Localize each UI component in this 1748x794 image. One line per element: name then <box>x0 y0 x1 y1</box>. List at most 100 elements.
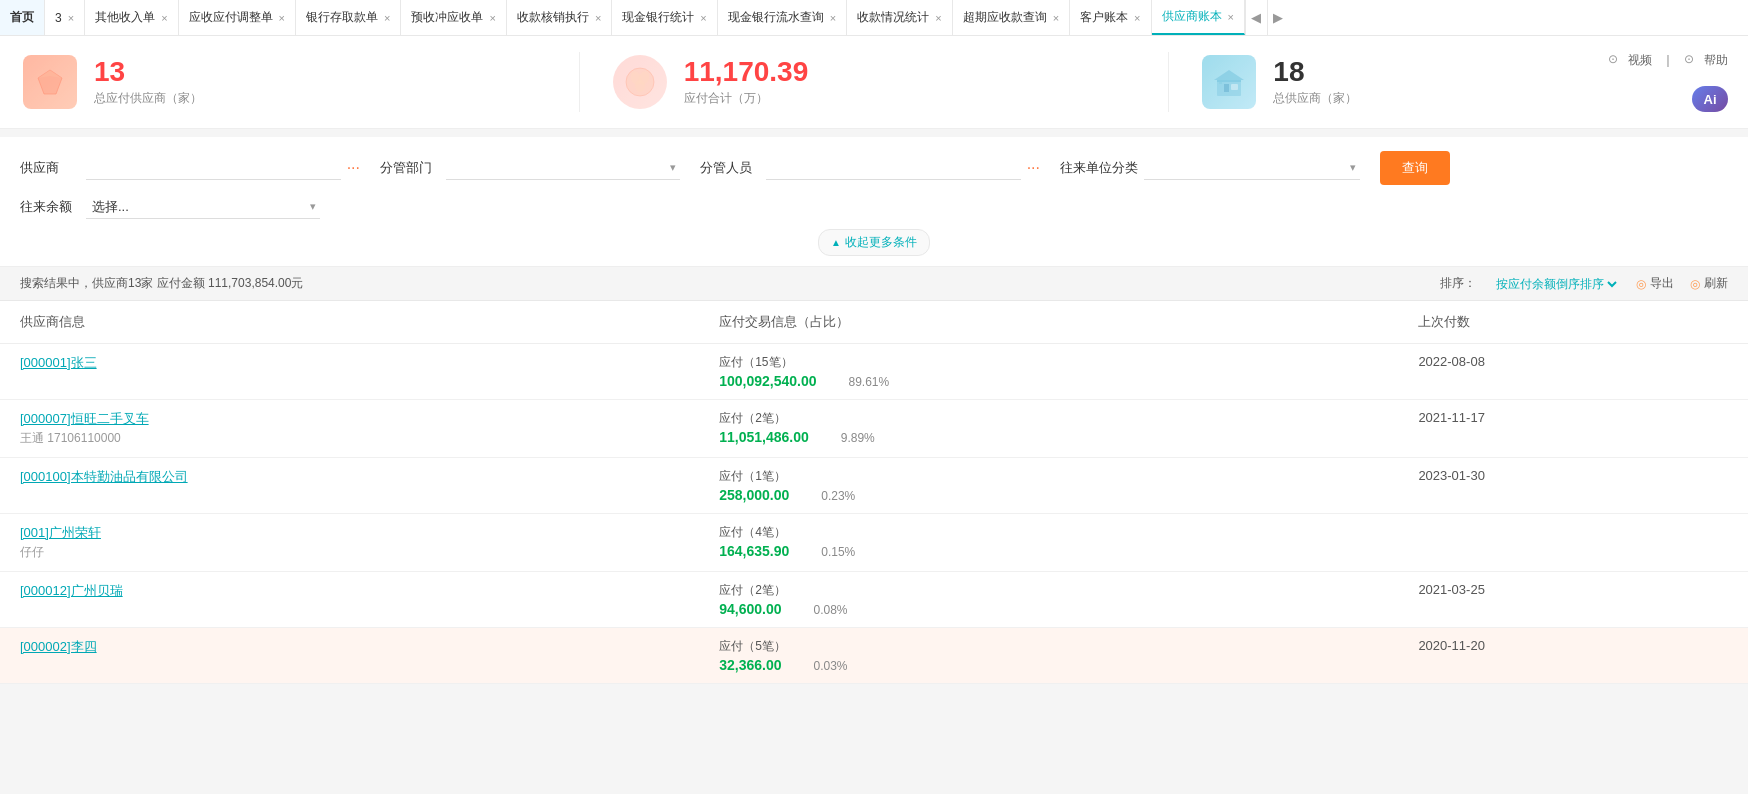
supplier-cell: [000001]张三 <box>0 344 699 400</box>
filter-item-dept: 分管部门 ▾ <box>380 156 680 180</box>
nav-arrow-left[interactable]: ◀ <box>1245 0 1267 36</box>
ai-button[interactable]: Ai <box>1692 86 1728 112</box>
nav-tab-advance-recv[interactable]: 预收冲应收单 × <box>401 0 506 35</box>
svg-marker-7 <box>1214 70 1244 80</box>
balance-select[interactable]: 选择... <box>86 195 320 218</box>
payable-percentage: 0.03% <box>813 659 847 673</box>
summary-card-1: 13 总应付供应商（家） <box>20 52 549 112</box>
result-actions: 排序： 按应付余额倒序排序 ◎ 导出 ◎ 刷新 <box>1440 275 1728 292</box>
filter-item-supplier: 供应商 ··· <box>20 156 360 180</box>
nav-tab-cash-bank-stat[interactable]: 现金银行统计 × <box>612 0 717 35</box>
payable-amount[interactable]: 11,051,486.00 <box>719 429 809 445</box>
nav-arrow-right[interactable]: ▶ <box>1267 0 1289 36</box>
nav-tab-ar-adjust[interactable]: 应收应付调整单 × <box>179 0 296 35</box>
collapse-up-icon: ▲ <box>831 237 841 248</box>
supplier-dots-icon[interactable]: ··· <box>347 159 360 177</box>
balance-select-wrap: 选择... ▾ <box>86 195 320 219</box>
close-icon[interactable]: × <box>1134 12 1140 24</box>
supplier-input[interactable] <box>86 156 341 180</box>
result-summary-text: 搜索结果中，供应商13家 应付金额 111,703,854.00元 <box>20 275 303 292</box>
nav-tab-receipt-stat[interactable]: 收款情况统计 × <box>847 0 952 35</box>
dept-select-wrap: ▾ <box>446 156 680 180</box>
supplier-link[interactable]: [000007]恒旺二手叉车 <box>20 411 149 426</box>
supplier-link[interactable]: [000100]本特勤油品有限公司 <box>20 469 188 484</box>
dept-select[interactable] <box>446 156 680 179</box>
close-icon[interactable]: × <box>1053 12 1059 24</box>
supplier-link[interactable]: [001]广州荣轩 <box>20 525 101 540</box>
table-row: [000001]张三应付（15笔）100,092,540.0089.61%202… <box>0 344 1748 400</box>
nav-tab-cash-bank-flow[interactable]: 现金银行流水查询 × <box>718 0 847 35</box>
nav-tab-3[interactable]: 3 × <box>45 0 85 35</box>
person-input[interactable] <box>766 156 1021 180</box>
close-icon[interactable]: × <box>384 12 390 24</box>
sort-select[interactable]: 按应付余额倒序排序 <box>1492 276 1620 292</box>
payable-label: 应付（4笔） <box>719 524 1378 541</box>
nav-cash-bank-stat-label: 现金银行统计 <box>622 9 694 26</box>
nav-tab-bank-deposit[interactable]: 银行存取款单 × <box>296 0 401 35</box>
last-payment-cell: 2021-03-25 <box>1398 572 1748 628</box>
filter-item-person: 分管人员 ··· <box>700 156 1040 180</box>
last-payment-cell: 2020-11-20 <box>1398 628 1748 684</box>
supplier-link[interactable]: [000012]广州贝瑞 <box>20 583 123 598</box>
summary-text-1: 13 总应付供应商（家） <box>94 58 202 107</box>
category-select[interactable] <box>1144 156 1360 179</box>
nav-supplier-ledger-label: 供应商账本 <box>1162 8 1222 25</box>
payable-amount[interactable]: 164,635.90 <box>719 543 789 559</box>
payable-cell: 应付（5笔）32,366.000.03% <box>699 628 1398 684</box>
supplier-cell: [000007]恒旺二手叉车王通 17106110000 <box>0 400 699 458</box>
payable-amount[interactable]: 100,092,540.00 <box>719 373 816 389</box>
export-label: 导出 <box>1650 275 1674 292</box>
payable-percentage: 0.08% <box>813 603 847 617</box>
table-row: [000007]恒旺二手叉车王通 17106110000应付（2笔）11,051… <box>0 400 1748 458</box>
help-video-link[interactable]: 视频 <box>1628 52 1652 69</box>
table-header-row: 供应商信息 应付交易信息（占比） 上次付数 <box>0 301 1748 344</box>
export-button[interactable]: ◎ 导出 <box>1636 275 1674 292</box>
filter-row-2: 往来余额 选择... ▾ <box>20 195 320 219</box>
close-icon[interactable]: × <box>1228 11 1234 23</box>
supplier-cell: [000100]本特勤油品有限公司 <box>0 458 699 514</box>
col-last-payment: 上次付数 <box>1398 301 1748 344</box>
result-bar: 搜索结果中，供应商13家 应付金额 111,703,854.00元 排序： 按应… <box>0 267 1748 301</box>
nav-advance-recv-label: 预收冲应收单 <box>411 9 483 26</box>
payable-percentage: 0.15% <box>821 545 855 559</box>
close-icon[interactable]: × <box>595 12 601 24</box>
close-icon[interactable]: × <box>161 12 167 24</box>
payable-amount[interactable]: 32,366.00 <box>719 657 781 673</box>
help-link[interactable]: 帮助 <box>1704 52 1728 69</box>
svg-rect-9 <box>1231 84 1238 90</box>
close-icon[interactable]: × <box>68 12 74 24</box>
nav-tab-customer-ledger[interactable]: 客户账本 × <box>1070 0 1151 35</box>
nav-cash-bank-flow-label: 现金银行流水查询 <box>728 9 824 26</box>
refresh-button[interactable]: ◎ 刷新 <box>1690 275 1728 292</box>
close-icon[interactable]: × <box>279 12 285 24</box>
close-icon[interactable]: × <box>935 12 941 24</box>
nav-tab-receipt-verify[interactable]: 收款核销执行 × <box>507 0 612 35</box>
supplier-cell: [000012]广州贝瑞 <box>0 572 699 628</box>
query-button[interactable]: 查询 <box>1380 151 1450 185</box>
col-supplier-info-label: 供应商信息 <box>20 314 85 329</box>
payable-percentage: 0.23% <box>821 489 855 503</box>
supplier-link[interactable]: [000002]李四 <box>20 639 97 654</box>
sort-label: 排序： <box>1440 275 1476 292</box>
close-icon[interactable]: × <box>489 12 495 24</box>
category-label: 往来单位分类 <box>1060 159 1138 177</box>
nav-tab-overdue-recv[interactable]: 超期应收款查询 × <box>953 0 1070 35</box>
payable-amount[interactable]: 94,600.00 <box>719 601 781 617</box>
help-divider: ｜ <box>1662 52 1674 69</box>
payable-label: 应付（1笔） <box>719 468 1378 485</box>
close-icon[interactable]: × <box>830 12 836 24</box>
svg-rect-10 <box>1217 80 1241 82</box>
payable-cell: 应付（1笔） 258,000.00 0.23% <box>699 458 1398 514</box>
data-table: 供应商信息 应付交易信息（占比） 上次付数 [000001]张三应付（15笔）1… <box>0 301 1748 684</box>
nav-receipt-stat-label: 收款情况统计 <box>857 9 929 26</box>
nav-tab-other-income[interactable]: 其他收入单 × <box>85 0 178 35</box>
payable-amount[interactable]: 258,000.00 <box>719 487 789 503</box>
nav-other-income-label: 其他收入单 <box>95 9 155 26</box>
supplier-link[interactable]: [000001]张三 <box>20 355 97 370</box>
person-dots-icon[interactable]: ··· <box>1027 159 1040 177</box>
nav-tab-supplier-ledger[interactable]: 供应商账本 × <box>1152 0 1245 35</box>
close-icon[interactable]: × <box>700 12 706 24</box>
collapse-button[interactable]: ▲ 收起更多条件 <box>818 229 930 256</box>
last-payment-date: 2023-01-30 <box>1418 468 1485 483</box>
nav-tab-home[interactable]: 首页 <box>0 0 45 35</box>
